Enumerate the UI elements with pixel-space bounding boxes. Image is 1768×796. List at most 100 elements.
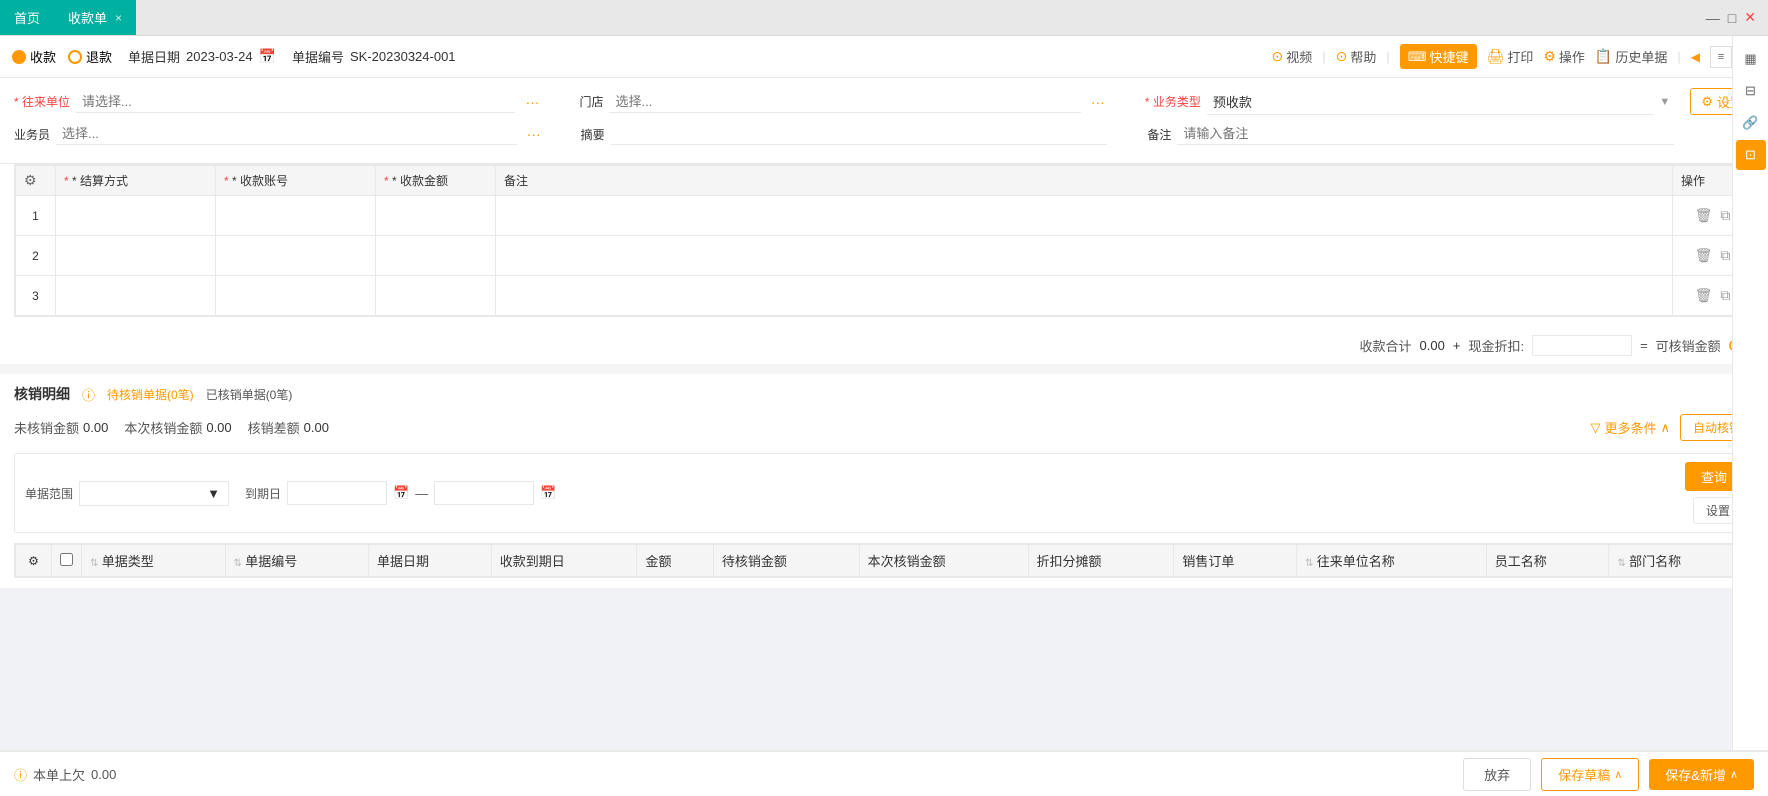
nav-prev-button[interactable]: ◀: [1691, 50, 1700, 64]
copy-icon-2[interactable]: ⧉: [1720, 247, 1730, 264]
delete-icon-2[interactable]: 🗑: [1695, 247, 1713, 264]
row-amount-2[interactable]: [376, 236, 496, 276]
sep1: |: [1322, 49, 1325, 64]
done-tab[interactable]: 已核销单据(0笔): [206, 386, 293, 403]
amount-col-header: * 收款金额: [376, 166, 496, 196]
store-more-icon[interactable]: ···: [1091, 94, 1105, 110]
bottom-settings-col[interactable]: ⚙: [16, 545, 52, 577]
settings-col-header[interactable]: ⚙: [16, 166, 56, 196]
number-value[interactable]: SK-20230324-001: [350, 49, 456, 64]
more-conditions-button[interactable]: ▽ 更多条件 ∧: [1590, 418, 1670, 437]
shortcut-label: 快捷键: [1430, 47, 1469, 66]
right-panel-btn-2[interactable]: ⊟: [1736, 76, 1766, 106]
radio-receipt[interactable]: 收款: [12, 47, 56, 66]
due-date-label: 到期日: [245, 485, 281, 502]
shortcut-button[interactable]: ⌨ 快捷键: [1400, 44, 1477, 69]
abandon-button[interactable]: 放弃: [1463, 758, 1531, 791]
print-icon: 🖨: [1487, 48, 1505, 65]
row-amount-3[interactable]: [376, 276, 496, 316]
row-account-3[interactable]: [216, 276, 376, 316]
bottom-type-col: ⇅ 单据类型: [82, 545, 226, 577]
remark-input[interactable]: [1177, 123, 1674, 145]
plus-sign: +: [1453, 338, 1461, 353]
row-settle-3[interactable]: [56, 276, 216, 316]
table-row: 3 🗑 ⧉: [16, 276, 1753, 316]
radio-refund-label: 退款: [86, 47, 112, 66]
minimize-button[interactable]: —: [1706, 10, 1720, 26]
bottom-discount-col: 折扣分摊额: [1028, 545, 1174, 577]
tab-receipt[interactable]: 收款单 ×: [54, 0, 136, 35]
due-date-end-input[interactable]: 2022-04-12: [434, 481, 534, 505]
due-date-start-input[interactable]: 2022-04-01: [287, 481, 387, 505]
tab-receipt-label: 收款单: [68, 8, 107, 27]
row-remark-1[interactable]: [496, 196, 1673, 236]
staff-more-icon[interactable]: ···: [527, 126, 541, 142]
counterpart-input[interactable]: [76, 91, 515, 113]
layout-list-button[interactable]: ≡: [1710, 46, 1732, 68]
footer-left: ⓘ 本单上欠 0.00: [14, 765, 116, 784]
date-value[interactable]: 2023-03-24: [186, 49, 253, 64]
copy-icon-1[interactable]: ⧉: [1720, 207, 1730, 224]
calendar-icon[interactable]: 📅: [259, 48, 276, 65]
pending-col-label: 待核销金额: [722, 554, 787, 569]
filter-row: 单据范围 ▼ 到期日 2022-04-01 📅 — 2022-04-12 📅 查…: [14, 453, 1754, 533]
store-input[interactable]: [609, 91, 1080, 113]
row-settle-1[interactable]: [56, 196, 216, 236]
row-remark-2[interactable]: [496, 236, 1673, 276]
print-button[interactable]: 🖨 打印: [1487, 47, 1534, 66]
calendar-end-icon[interactable]: 📅: [540, 485, 556, 501]
chevron-up-icon: ∧: [1660, 420, 1670, 436]
counterpart-more-icon[interactable]: ···: [525, 94, 539, 110]
business-type-dropdown-icon[interactable]: ▼: [1659, 96, 1670, 108]
sep3: |: [1677, 49, 1680, 64]
date-col-label: 单据日期: [377, 554, 429, 569]
tab-close-icon[interactable]: ×: [115, 11, 122, 25]
business-type-value[interactable]: 预收款: [1207, 89, 1654, 115]
copy-icon-3[interactable]: ⧉: [1720, 287, 1730, 304]
select-all-checkbox[interactable]: [60, 553, 73, 566]
range-select[interactable]: ▼: [79, 481, 229, 506]
table-settings-icon[interactable]: ⚙: [24, 172, 37, 188]
row-account-2[interactable]: [216, 236, 376, 276]
right-panel-btn-1[interactable]: ▦: [1736, 44, 1766, 74]
bottom-pending-col: 待核销金额: [713, 545, 859, 577]
bottom-counterpart-col: ⇅ 往来单位名称: [1296, 545, 1486, 577]
writeoff-info-icon[interactable]: ⓘ: [82, 385, 95, 404]
sep2: |: [1386, 49, 1389, 64]
row-amount-1[interactable]: [376, 196, 496, 236]
staff-label: 业务员: [14, 126, 50, 143]
bottom-date-col: 单据日期: [369, 545, 492, 577]
right-panel-btn-4[interactable]: ⊡: [1736, 140, 1766, 170]
maximize-button[interactable]: □: [1728, 10, 1736, 26]
type-col-label: 单据类型: [102, 554, 154, 569]
save-draft-button[interactable]: 保存草稿 ∧: [1541, 758, 1639, 791]
help-button[interactable]: ⊙ 帮助: [1336, 47, 1377, 66]
staff-input[interactable]: [56, 123, 517, 145]
delete-icon-1[interactable]: 🗑: [1695, 207, 1713, 224]
tab-home[interactable]: 首页: [0, 0, 54, 35]
discount-input[interactable]: [1532, 335, 1632, 356]
radio-refund[interactable]: 退款: [68, 47, 112, 66]
top-toolbar: 收款 退款 单据日期 2023-03-24 📅 单据编号 SK-20230324…: [0, 36, 1768, 78]
delete-icon-3[interactable]: 🗑: [1695, 287, 1713, 304]
right-panel-btn-3[interactable]: 🔗: [1736, 108, 1766, 138]
counterpart-field: * 往来单位 ···: [14, 91, 539, 113]
row-remark-3[interactable]: [496, 276, 1673, 316]
row-account-1[interactable]: [216, 196, 376, 236]
video-button[interactable]: ⊙ 视频: [1271, 47, 1312, 66]
save-draft-caret[interactable]: ∧: [1614, 768, 1622, 781]
save-new-label: 保存&新增: [1665, 765, 1726, 784]
writeoff-header: 核销明细 ⓘ 待核销单据(0笔) 已核销单据(0笔): [14, 384, 1754, 404]
business-type-label: * 业务类型: [1145, 93, 1201, 110]
history-button[interactable]: 📋 历史单据: [1595, 47, 1667, 66]
row-settle-2[interactable]: [56, 236, 216, 276]
save-new-caret[interactable]: ∧: [1730, 768, 1738, 781]
pending-tab[interactable]: 待核销单据(0笔): [107, 386, 194, 403]
summary-input[interactable]: [611, 123, 1108, 145]
operation-button[interactable]: ⚙ 操作: [1543, 47, 1585, 66]
settings-gear-icon: ⚙: [1701, 94, 1713, 110]
save-new-button[interactable]: 保存&新增 ∧: [1649, 759, 1754, 790]
bottom-dept-col: ⇅ 部门名称: [1609, 545, 1753, 577]
close-button[interactable]: ✕: [1744, 9, 1756, 26]
calendar-start-icon[interactable]: 📅: [393, 485, 409, 501]
